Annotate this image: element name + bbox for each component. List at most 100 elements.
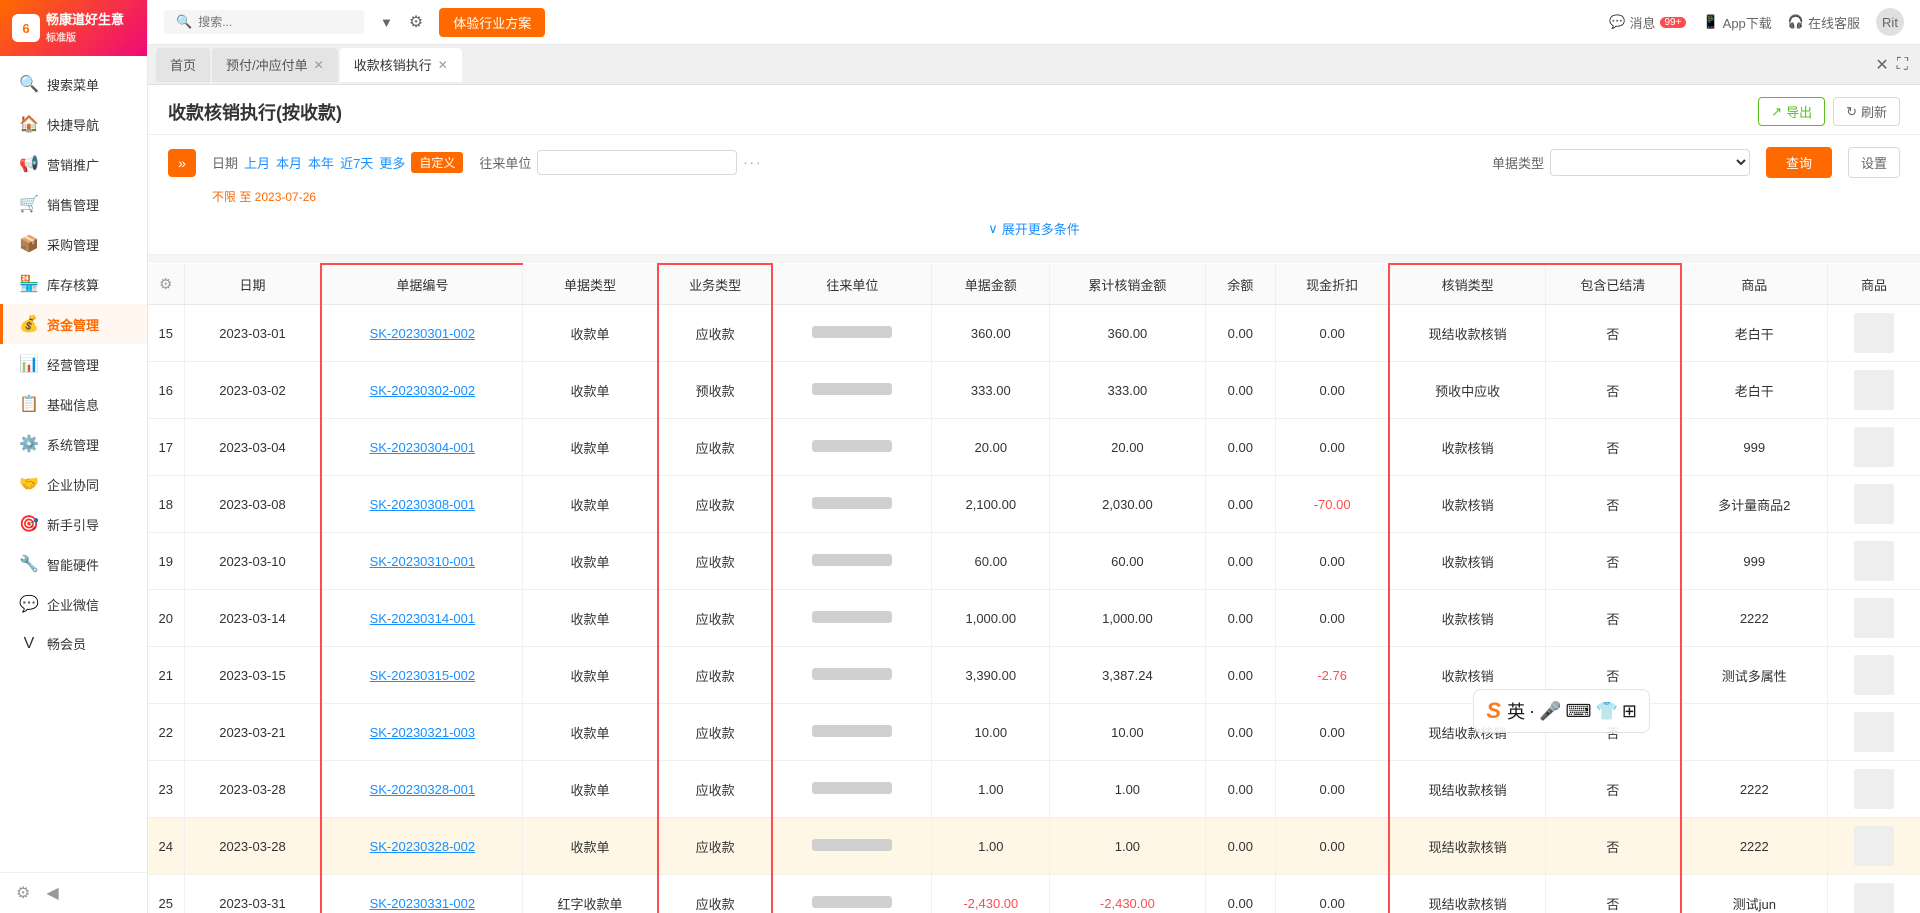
sidebar-item-inventory[interactable]: 🏪库存核算 [0, 264, 147, 304]
date-this-year[interactable]: 本年 [308, 153, 334, 172]
table-header-row: ⚙ 日期 单据编号 单据类型 业务类型 往来单位 单据金额 累计核销金额 余额 … [148, 264, 1920, 305]
th-discount: 现金折扣 [1276, 264, 1390, 305]
collapse-icon[interactable]: ◀ [46, 883, 58, 903]
td-doc-type: 收款单 [523, 704, 658, 761]
td-biz-type: 应收款 [658, 704, 773, 761]
sidebar-item-finance[interactable]: 💰资金管理 [0, 304, 147, 344]
app-download-btn[interactable]: 📱 App下载 [1702, 13, 1771, 32]
sidebar-item-shortcut[interactable]: 🏠快捷导航 [0, 104, 147, 144]
filter-row-1: » 日期 上月 本月 本年 近7天 更多 自定义 往来单位 ··· 单 [168, 147, 1900, 178]
td-goods: 老白干 [1681, 305, 1828, 362]
sidebar-item-marketing[interactable]: 📢 营销推广 [0, 144, 147, 184]
doc-no-link[interactable]: SK-20230321-003 [370, 725, 476, 740]
td-writeoff-type: 现结收款核销 [1389, 761, 1545, 818]
td-partner [772, 419, 932, 476]
settings-icon[interactable]: ⚙ [16, 883, 30, 903]
th-amount: 单据金额 [932, 264, 1050, 305]
search-input[interactable] [198, 15, 338, 29]
notification-btn[interactable]: 💬 消息 99+ [1609, 13, 1686, 32]
doctype-select[interactable] [1550, 149, 1750, 176]
sidebar-item-basic[interactable]: 📋基础信息 [0, 384, 147, 424]
notification-badge: 99+ [1660, 17, 1687, 28]
sidebar-item-member[interactable]: V畅会员 [0, 624, 147, 663]
td-balance: 0.00 [1205, 704, 1275, 761]
settings-btn[interactable]: 设置 [1848, 147, 1900, 178]
tab-prepay[interactable]: 预付/冲应付单 ✕ [212, 48, 338, 82]
refresh-btn[interactable]: ↻ 刷新 [1833, 97, 1900, 126]
date-more[interactable]: 更多 [379, 153, 405, 172]
doc-no-link[interactable]: SK-20230315-002 [370, 668, 476, 683]
expand-more-row[interactable]: ∨ 展开更多条件 [168, 215, 1900, 242]
doc-no-link[interactable]: SK-20230302-002 [370, 383, 476, 398]
date-custom-btn[interactable]: 自定义 [411, 152, 463, 173]
td-no: 22 [148, 704, 184, 761]
doc-no-link[interactable]: SK-20230310-001 [370, 554, 476, 569]
doc-no-link[interactable]: SK-20230314-001 [370, 611, 476, 626]
th-date: 日期 [184, 264, 321, 305]
sidebar-item-purchase[interactable]: 📦采购管理 [0, 224, 147, 264]
td-amount: -2,430.00 [932, 875, 1050, 913]
td-balance: 0.00 [1205, 647, 1275, 704]
message-icon: 💬 [1609, 14, 1625, 30]
tab-writeoff-close[interactable]: ✕ [438, 58, 448, 72]
filter-row-date-range: 不限 至 2023-07-26 [168, 188, 1900, 205]
td-writeoff-type: 现结收款核销 [1389, 875, 1545, 913]
td-partner [772, 818, 932, 875]
td-no: 20 [148, 590, 184, 647]
close-window-icon[interactable]: ✕ [1875, 55, 1888, 75]
date-this-month[interactable]: 本月 [276, 153, 302, 172]
sidebar-item-sales[interactable]: 🛒销售管理 [0, 184, 147, 224]
page-header: 收款核销执行(按收款) ↗ 导出 ↻ 刷新 [148, 85, 1920, 135]
doc-no-link[interactable]: SK-20230328-002 [370, 839, 476, 854]
th-biz-type: 业务类型 [658, 264, 773, 305]
topbar-dropdown[interactable]: ▼ [380, 15, 393, 30]
sidebar-item-label-marketing: 营销推广 [47, 155, 99, 174]
col-settings-icon[interactable]: ⚙ [159, 276, 172, 293]
table-row: 23 2023-03-28 SK-20230328-001 收款单 应收款 1.… [148, 761, 1920, 818]
industry-btn[interactable]: 体验行业方案 [439, 8, 545, 37]
sidebar-item-guide[interactable]: 🎯新手引导 [0, 504, 147, 544]
td-goods2 [1827, 875, 1920, 913]
sidebar-item-enterprise[interactable]: 🤝企业协同 [0, 464, 147, 504]
sidebar-item-label-wechat: 企业微信 [47, 595, 99, 614]
th-settings[interactable]: ⚙ [148, 264, 184, 305]
query-btn[interactable]: 查询 [1766, 147, 1832, 178]
sidebar-item-search[interactable]: 🔍搜索菜单 [0, 64, 147, 104]
export-btn[interactable]: ↗ 导出 [1758, 97, 1825, 126]
partner-dots[interactable]: ··· [743, 155, 762, 170]
td-included: 否 [1546, 419, 1681, 476]
td-writeoff: 1.00 [1050, 761, 1205, 818]
sidebar-item-operation[interactable]: 📊经营管理 [0, 344, 147, 384]
member-icon: V [19, 635, 39, 653]
doctype-label: 单据类型 [1492, 153, 1544, 172]
doc-no-link[interactable]: SK-20230304-001 [370, 440, 476, 455]
date-7days[interactable]: 近7天 [340, 153, 373, 172]
doc-no-link[interactable]: SK-20230328-001 [370, 782, 476, 797]
td-doc-type: 红字收款单 [523, 875, 658, 913]
tab-prepay-close[interactable]: ✕ [314, 58, 324, 72]
search-bar[interactable]: 🔍 [164, 10, 364, 34]
doc-no-link[interactable]: SK-20230331-002 [370, 896, 476, 911]
tab-home[interactable]: 首页 [156, 48, 210, 82]
table-row: 19 2023-03-10 SK-20230310-001 收款单 应收款 60… [148, 533, 1920, 590]
enterprise-icon: 🤝 [19, 474, 39, 494]
online-service-btn[interactable]: 🎧 在线客服 [1788, 13, 1860, 32]
date-last-month[interactable]: 上月 [244, 153, 270, 172]
marketing-icon: 📢 [19, 154, 39, 174]
partner-input[interactable] [537, 150, 737, 175]
page-title: 收款核销执行(按收款) [168, 99, 342, 125]
doc-no-link[interactable]: SK-20230301-002 [370, 326, 476, 341]
doc-no-link[interactable]: SK-20230308-001 [370, 497, 476, 512]
sidebar-item-system[interactable]: ⚙️系统管理 [0, 424, 147, 464]
maximize-icon[interactable]: ⛶ [1897, 56, 1908, 74]
td-goods2 [1827, 476, 1920, 533]
td-writeoff-type: 收款核销 [1389, 590, 1545, 647]
date-filter: 日期 上月 本月 本年 近7天 更多 自定义 [212, 152, 463, 173]
tab-writeoff[interactable]: 收款核销执行 ✕ [340, 48, 462, 82]
filter-expand-btn[interactable]: » [168, 149, 196, 177]
user-avatar[interactable]: Rit [1876, 8, 1904, 36]
settings-gear-icon[interactable]: ⚙ [409, 12, 423, 32]
refresh-icon: ↻ [1846, 104, 1857, 120]
sidebar-item-hardware[interactable]: 🔧智能硬件 [0, 544, 147, 584]
sidebar-item-wechat[interactable]: 💬企业微信 [0, 584, 147, 624]
